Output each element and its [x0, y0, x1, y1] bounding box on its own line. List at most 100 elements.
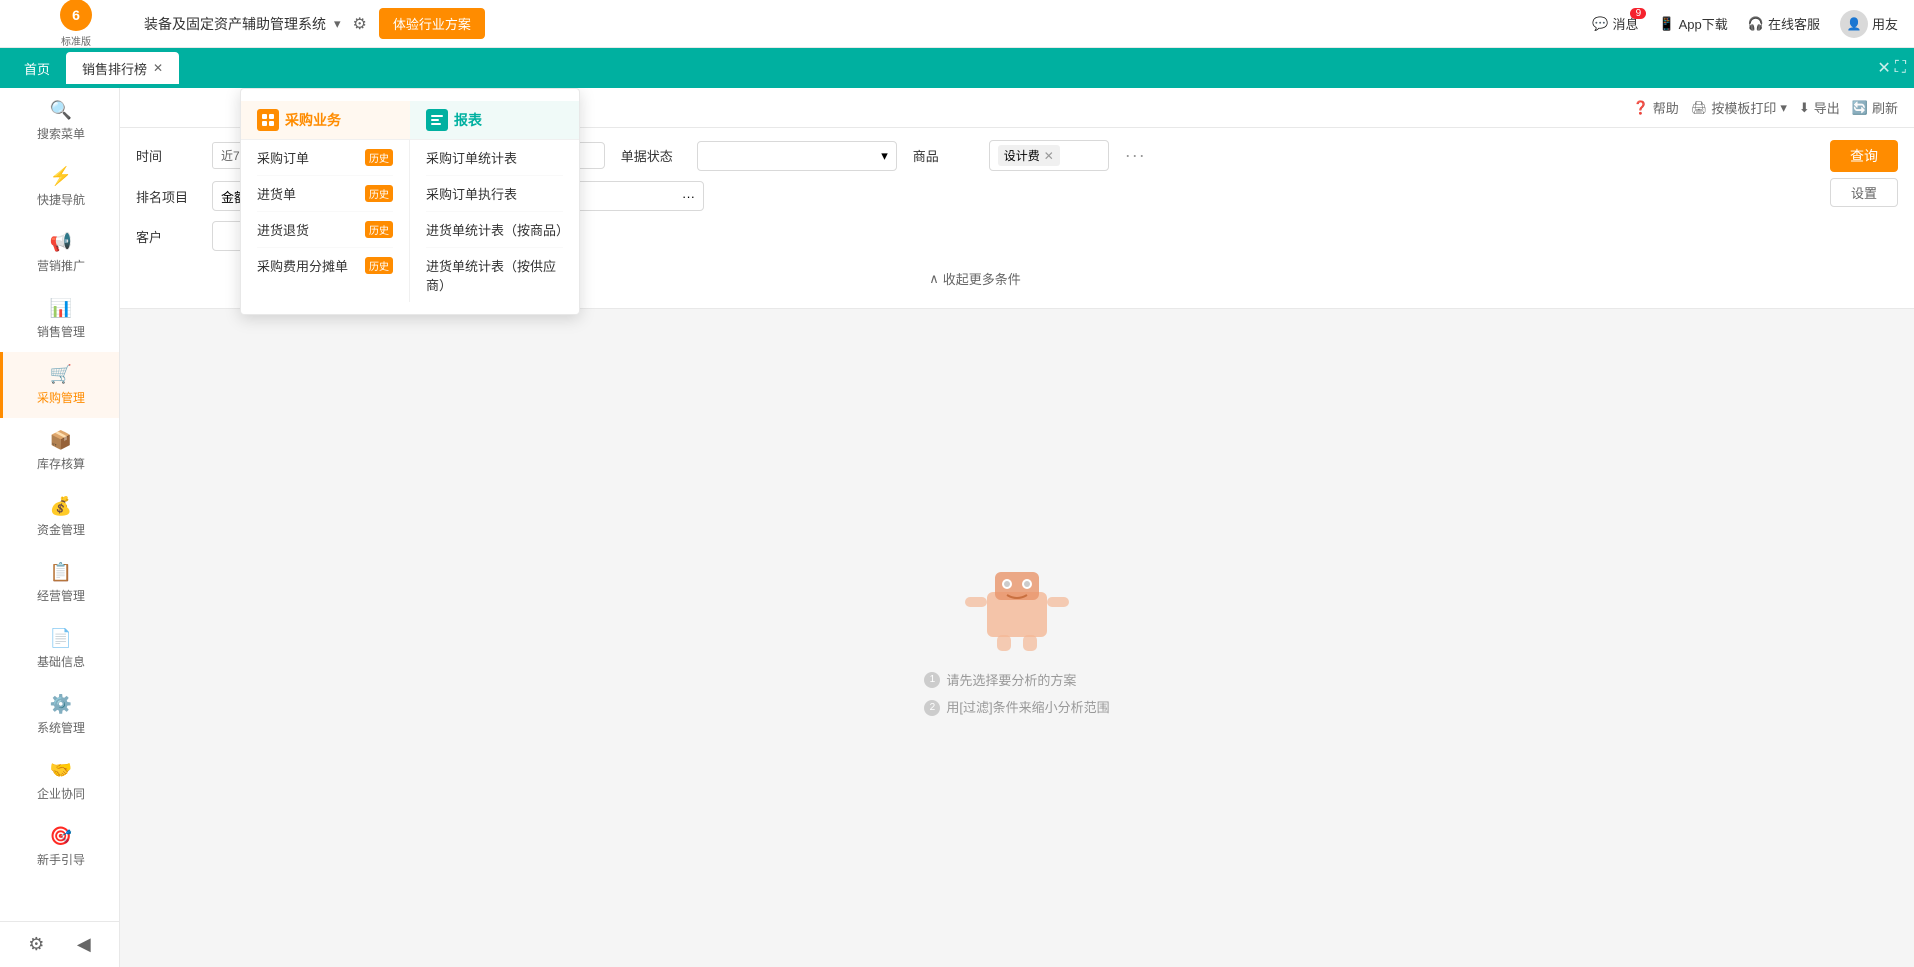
- system-icon: ⚙️: [50, 694, 72, 715]
- hint-text-1: 请先选择要分析的方案: [946, 669, 1076, 692]
- goods-tag-close[interactable]: ✕: [1044, 149, 1054, 163]
- sidebar-operations-label: 经营管理: [37, 587, 85, 604]
- sidebar-item-sales[interactable]: 📊 销售管理: [0, 286, 119, 352]
- sidebar-enterprise-label: 企业协同: [37, 785, 85, 802]
- sidebar-guide-label: 新手引导: [37, 851, 85, 868]
- export-label: 导出: [1814, 98, 1840, 117]
- dropdown-arrow-icon[interactable]: ▾: [334, 16, 341, 32]
- sidebar-item-enterprise[interactable]: 🤝 企业协同: [0, 748, 119, 814]
- empty-hints: 1 请先选择要分析的方案 2 用[过滤]条件来缩小分析范围: [924, 669, 1109, 720]
- online-service-button[interactable]: 🎧 在线客服: [1748, 14, 1820, 33]
- dropdown-item-purchase-return[interactable]: 进货退货 历史: [257, 212, 393, 248]
- user-label: 用友: [1872, 14, 1898, 33]
- tab-sales-ranking[interactable]: 销售排行榜 ✕: [66, 52, 179, 84]
- message-button[interactable]: 💬 消息 9: [1592, 14, 1638, 33]
- dropdown-item-purchase-expense[interactable]: 采购费用分摊单 历史: [257, 248, 393, 283]
- help-button[interactable]: ❓ 帮助: [1633, 98, 1679, 117]
- print-dropdown-icon: ▾: [1780, 100, 1787, 116]
- sidebar-item-marketing[interactable]: 📢 营销推广: [0, 220, 119, 286]
- sidebar-sales-label: 销售管理: [37, 323, 85, 340]
- headset-icon: 🎧: [1748, 16, 1764, 32]
- sidebar-search-label: 搜索菜单: [37, 125, 85, 142]
- print-label: 按模板打印: [1711, 98, 1776, 117]
- dropdown-columns: 采购订单 历史 进货单 历史 进货退货 历史 采购费用分摊单 历史: [241, 140, 579, 302]
- sidebar-bottom: ⚙ ◀: [0, 921, 119, 967]
- receipt-by-supplier-label: 进货单统计表（按供应商）: [426, 256, 563, 294]
- avatar: 👤: [1840, 10, 1868, 38]
- purchase-expense-label: 采购费用分摊单: [257, 256, 348, 275]
- purchase-column: 采购订单 历史 进货单 历史 进货退货 历史 采购费用分摊单 历史: [241, 140, 410, 302]
- sidebar-system-label: 系统管理: [37, 719, 85, 736]
- tab-home[interactable]: 首页: [8, 52, 66, 84]
- industry-button[interactable]: 体验行业方案: [379, 8, 485, 39]
- tab-bar: 首页 销售排行榜 ✕ ✕ ⛶: [0, 48, 1914, 88]
- enterprise-icon: 🤝: [50, 760, 72, 781]
- tab-close-button[interactable]: ✕: [1877, 58, 1890, 78]
- tab-expand-button[interactable]: ⛶: [1895, 59, 1906, 77]
- report-section-title: 报表: [454, 110, 482, 130]
- refresh-icon: 🔄: [1852, 100, 1868, 116]
- inventory-icon: 📦: [50, 430, 72, 451]
- bottom-settings-icon[interactable]: ⚙: [28, 934, 44, 955]
- purchase-dropdown-menu: 采购业务 报表 采购订单 历史 进货: [240, 88, 580, 315]
- app-download-button[interactable]: 📱 App下载: [1658, 14, 1727, 33]
- message-badge: 9: [1630, 8, 1646, 19]
- guide-icon: 🎯: [50, 826, 72, 847]
- main-layout: 🔍 搜索菜单 ⚡ 快捷导航 📢 营销推广 📊 销售管理 🛒 采购管理 📦 库存核…: [0, 88, 1914, 967]
- sidebar-nav-label: 快捷导航: [37, 191, 85, 208]
- tab-sales-ranking-label: 销售排行榜: [82, 59, 147, 78]
- search-icon: 🔍: [50, 100, 72, 121]
- dropdown-item-order-exec[interactable]: 采购订单执行表: [426, 176, 563, 212]
- collapse-label: 收起更多条件: [943, 269, 1021, 288]
- sidebar-item-guide[interactable]: 🎯 新手引导: [0, 814, 119, 880]
- refresh-button[interactable]: 🔄 刷新: [1852, 98, 1898, 117]
- sidebar-item-operations[interactable]: 📋 经营管理: [0, 550, 119, 616]
- bottom-collapse-icon[interactable]: ◀: [77, 934, 91, 955]
- query-button[interactable]: 查询: [1830, 140, 1898, 172]
- customer-label: 客户: [136, 227, 196, 246]
- settings-button[interactable]: 设置: [1830, 178, 1898, 207]
- order-stats-label: 采购订单统计表: [426, 148, 517, 167]
- date-label: 时间: [136, 146, 196, 165]
- user-button[interactable]: 👤 用友: [1840, 10, 1898, 38]
- receipt-by-goods-label: 进货单统计表（按商品）: [426, 220, 563, 239]
- sidebar-item-inventory[interactable]: 📦 库存核算: [0, 418, 119, 484]
- goods-more-dots[interactable]: ···: [1125, 145, 1146, 166]
- content-area: 采购业务 报表 采购订单 历史 进货: [120, 88, 1914, 967]
- tab-bar-right: ✕ ⛶: [1877, 58, 1906, 78]
- print-button[interactable]: 🖨 按模板打印 ▾: [1691, 98, 1787, 117]
- online-service-label: 在线客服: [1768, 14, 1820, 33]
- refresh-label: 刷新: [1872, 98, 1898, 117]
- hint-text-2: 用[过滤]条件来缩小分析范围: [946, 696, 1109, 719]
- phone-icon: 📱: [1658, 16, 1674, 32]
- purchase-expense-history: 历史: [365, 257, 393, 274]
- print-icon: 🖨: [1691, 100, 1708, 116]
- dropdown-item-receipt-by-goods[interactable]: 进货单统计表（按商品）: [426, 212, 563, 248]
- tab-home-label: 首页: [24, 59, 50, 78]
- purchase-return-label: 进货退货: [257, 220, 309, 239]
- dropdown-item-purchase-receipt[interactable]: 进货单 历史: [257, 176, 393, 212]
- export-button[interactable]: ⬇ 导出: [1799, 98, 1840, 117]
- tab-close-icon[interactable]: ✕: [153, 61, 163, 75]
- empty-illustration: [957, 557, 1077, 657]
- sidebar-item-system[interactable]: ⚙️ 系统管理: [0, 682, 119, 748]
- message-icon: 💬: [1592, 16, 1608, 32]
- dropdown-item-receipt-by-supplier[interactable]: 进货单统计表（按供应商）: [426, 248, 563, 302]
- settings-icon[interactable]: ⚙: [353, 14, 367, 34]
- sidebar-item-finance[interactable]: 💰 资金管理: [0, 484, 119, 550]
- collapse-icon: ∧: [929, 271, 939, 287]
- logo-subtext: 标准版: [61, 33, 91, 48]
- sidebar-basic-info-label: 基础信息: [37, 653, 85, 670]
- sidebar-item-search[interactable]: 🔍 搜索菜单: [0, 88, 119, 154]
- status-label: 单据状态: [621, 146, 681, 165]
- order-exec-label: 采购订单执行表: [426, 184, 517, 203]
- dropdown-item-purchase-order[interactable]: 采购订单 历史: [257, 140, 393, 176]
- sidebar-item-nav[interactable]: ⚡ 快捷导航: [0, 154, 119, 220]
- export-icon: ⬇: [1799, 100, 1810, 116]
- sidebar-item-purchase[interactable]: 🛒 采购管理: [0, 352, 119, 418]
- dropdown-item-order-stats[interactable]: 采购订单统计表: [426, 140, 563, 176]
- sidebar-item-basic-info[interactable]: 📄 基础信息: [0, 616, 119, 682]
- empty-state: 1 请先选择要分析的方案 2 用[过滤]条件来缩小分析范围: [120, 309, 1914, 967]
- goods-tag-value: 设计费: [1004, 147, 1040, 164]
- status-select[interactable]: ▾: [697, 141, 897, 171]
